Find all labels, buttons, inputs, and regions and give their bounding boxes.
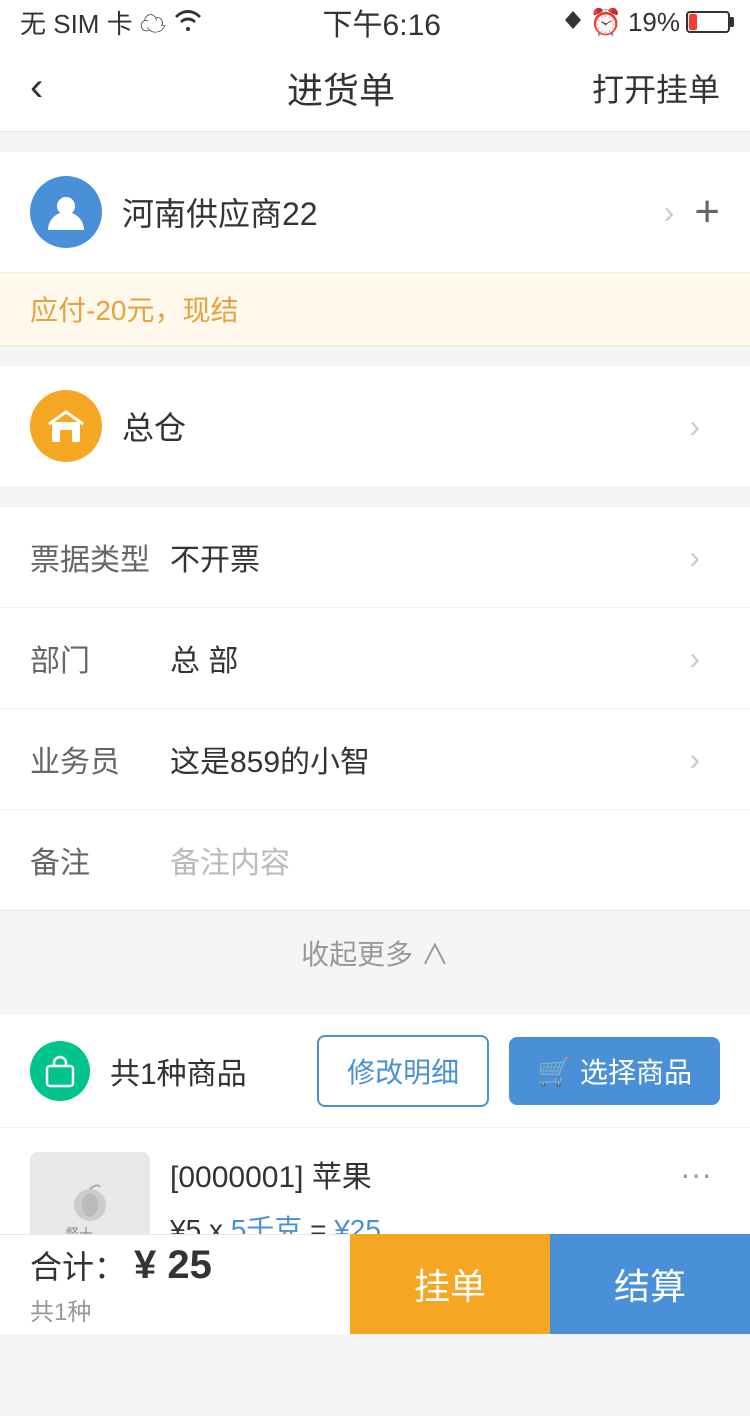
invoice-chevron-icon: › <box>689 539 700 576</box>
location-icon <box>562 7 584 38</box>
product-count-icon-bg <box>30 1041 90 1101</box>
sales-label: 业务员 <box>30 737 150 781</box>
total-section: 合计： ¥ 25 共1种 <box>0 1234 350 1334</box>
nav-bar: ‹ 进货单 打开挂单 <box>0 44 750 132</box>
sales-chevron-icon: › <box>689 741 700 778</box>
sim-label: 无 SIM 卡 ☁ <box>20 4 166 41</box>
warehouse-icon-bg <box>30 390 102 462</box>
total-label: 合计： <box>30 1242 126 1288</box>
product-header: 共1种商品 修改明细 🛒 选择商品 <box>0 1015 750 1127</box>
remark-label: 备注 <box>30 838 150 882</box>
remark-placeholder[interactable]: 备注内容 <box>150 838 720 882</box>
product-title: [0000001] 苹果 <box>170 1152 652 1196</box>
add-button[interactable]: + <box>694 190 720 234</box>
sales-value: 这是859的小智 <box>150 737 689 781</box>
select-icon: 🛒 <box>537 1055 572 1088</box>
supplier-row[interactable]: 河南供应商22 › + <box>0 152 750 273</box>
remark-row[interactable]: 备注 备注内容 <box>0 809 750 910</box>
form-section: 票据类型 不开票 › 部门 总 部 › 业务员 这是859的小智 › 备注 备注… <box>0 506 750 995</box>
back-button[interactable]: ‹ <box>30 65 90 110</box>
page-title: 进货单 <box>287 62 395 114</box>
divider-3 <box>0 486 750 506</box>
warehouse-row[interactable]: 总仓 › <box>0 366 750 486</box>
product-count-text: 共1种商品 <box>110 1049 297 1093</box>
bottom-bar: 合计： ¥ 25 共1种 挂单 结算 <box>0 1234 750 1334</box>
wifi-icon <box>174 7 202 38</box>
supplier-avatar <box>30 176 102 248</box>
dept-chevron-icon: › <box>689 640 700 677</box>
divider-2 <box>0 346 750 366</box>
hang-order-button[interactable]: 挂单 <box>350 1234 550 1334</box>
total-count: 共1种 <box>30 1292 320 1327</box>
supplier-chevron-icon: › <box>664 194 675 231</box>
warehouse-chevron-icon: › <box>689 408 700 445</box>
dept-value: 总 部 <box>150 636 689 680</box>
battery-icon <box>686 11 730 33</box>
warehouse-name: 总仓 <box>122 403 689 449</box>
select-product-label: 选择商品 <box>580 1051 692 1091</box>
invoice-label: 票据类型 <box>30 535 150 579</box>
edit-detail-button[interactable]: 修改明细 <box>317 1035 489 1107</box>
invoice-type-row[interactable]: 票据类型 不开票 › <box>0 506 750 607</box>
dept-row[interactable]: 部门 总 部 › <box>0 607 750 708</box>
status-right: ⏰ 19% <box>562 7 730 38</box>
product-more-button[interactable]: ··· <box>672 1152 720 1197</box>
dept-label: 部门 <box>30 636 150 680</box>
status-left: 无 SIM 卡 ☁ <box>20 4 202 41</box>
sales-row[interactable]: 业务员 这是859的小智 › <box>0 708 750 809</box>
shopping-bag-icon <box>41 1052 79 1090</box>
product-code: [0000001] <box>170 1161 303 1194</box>
warehouse-icon <box>46 406 86 446</box>
settle-button[interactable]: 结算 <box>550 1234 750 1334</box>
product-name: 苹果 <box>312 1161 372 1194</box>
invoice-value: 不开票 <box>150 535 689 579</box>
warehouse-section: 总仓 › <box>0 366 750 486</box>
supplier-name: 河南供应商22 <box>122 189 664 235</box>
alarm-icon: ⏰ <box>590 7 622 38</box>
person-icon <box>44 190 88 234</box>
select-product-button[interactable]: 🛒 选择商品 <box>509 1037 720 1105</box>
status-bar: 无 SIM 卡 ☁ 下午6:16 ⏰ 19% <box>0 0 750 44</box>
open-hang-button[interactable]: 打开挂单 <box>592 65 720 111</box>
divider-1 <box>0 132 750 152</box>
total-main: 合计： ¥ 25 <box>30 1242 320 1288</box>
supplier-notice: 应付-20元，现结 <box>0 273 750 346</box>
collapse-button[interactable]: 收起更多 ∧ <box>0 910 750 995</box>
total-amount: ¥ 25 <box>134 1243 212 1288</box>
status-time: 下午6:16 <box>323 0 441 44</box>
supplier-section: 河南供应商22 › + 应付-20元，现结 <box>0 152 750 346</box>
battery-percent: 19% <box>628 7 680 38</box>
